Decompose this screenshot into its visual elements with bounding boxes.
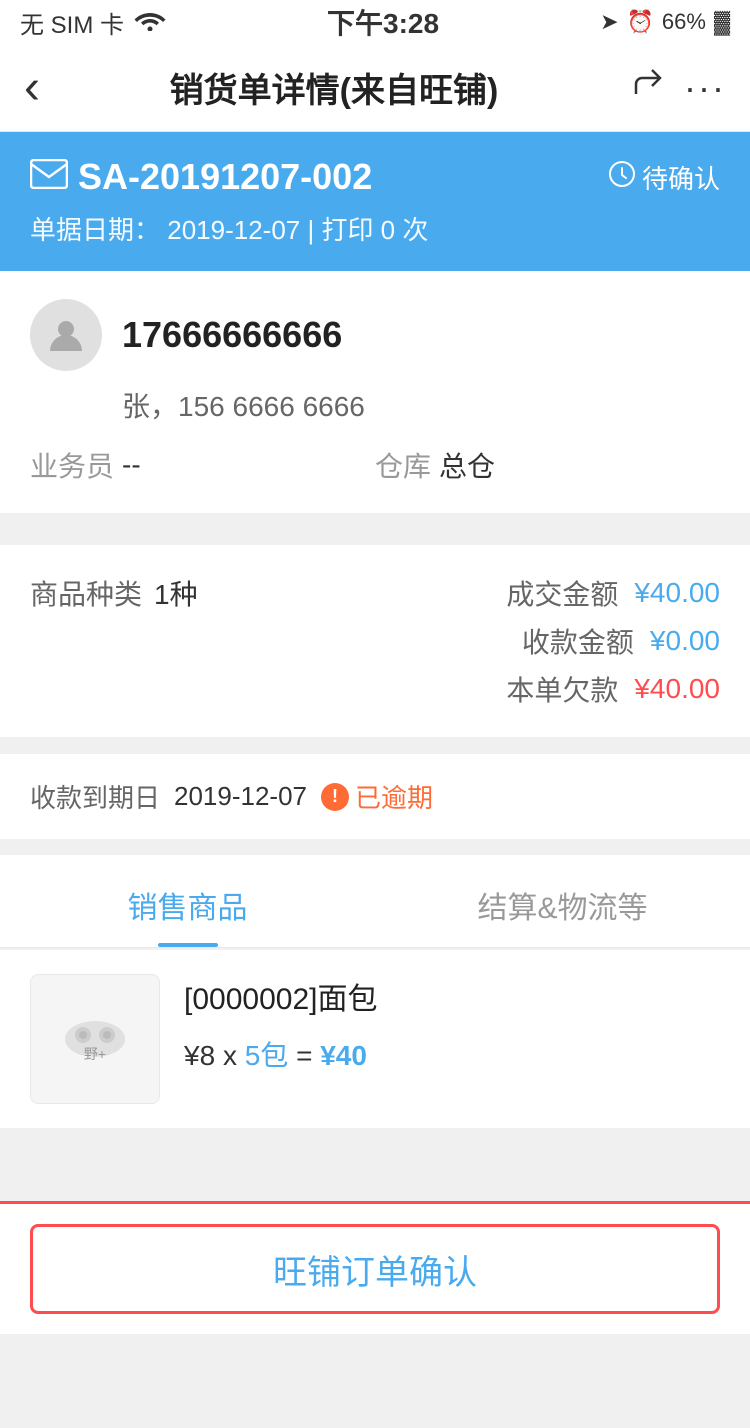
customer-name: 张，156 6666 6666 [30, 385, 720, 425]
share-icon[interactable] [628, 66, 664, 110]
order-date: 单据日期： 2019-12-07 | 打印 0 次 [30, 210, 720, 247]
product-type-value: 1种 [154, 573, 198, 613]
product-price: ¥8 [184, 1040, 215, 1071]
product-pricing: ¥8 x 5包 = ¥40 [184, 1034, 720, 1074]
alarm-icon: ⏰ [627, 9, 654, 35]
clock-icon [608, 160, 636, 195]
nav-bar: ‹ 销货单详情(来自旺铺) ··· [0, 44, 750, 132]
status-text: 待确认 [642, 159, 720, 196]
order-id: SA-20191207-002 [30, 156, 372, 198]
product-image: 野+ [30, 974, 160, 1104]
product-total: ¥40 [320, 1040, 367, 1071]
more-icon[interactable]: ··· [684, 67, 726, 109]
multiply-sign: x [223, 1040, 245, 1071]
product-type-info: 商品种类 1种 [30, 573, 506, 613]
order-id-text: SA-20191207-002 [78, 156, 372, 198]
battery-icon: ▓ [714, 9, 730, 35]
amount-info: 成交金额 ¥40.00 收款金额 ¥0.00 本单欠款 ¥40.00 [506, 573, 720, 709]
product-type-label: 商品种类 [30, 573, 142, 613]
customer-top: 17666666666 [30, 299, 720, 371]
receipt-label: 收款金额 [522, 621, 634, 661]
order-date-value: 2019-12-07 [167, 215, 300, 245]
tab-settlement-label: 结算&物流等 [477, 892, 647, 925]
receipt-value: ¥0.00 [650, 625, 720, 657]
overdue-text: 已逾期 [355, 778, 433, 815]
due-label: 收款到期日 [30, 778, 160, 815]
print-info: | 打印 0 次 [307, 215, 428, 245]
tab-sales-label: 销售商品 [128, 892, 248, 925]
product-info: [0000002]面包 ¥8 x 5包 = ¥40 [184, 974, 720, 1074]
transaction-value: ¥40.00 [634, 577, 720, 609]
sales-meta: 业务员 -- [30, 445, 375, 485]
nav-actions: ··· [628, 66, 726, 110]
back-button[interactable]: ‹ [24, 60, 40, 115]
product-name: [0000002]面包 [184, 974, 720, 1018]
customer-phone: 17666666666 [122, 314, 342, 356]
confirm-button-label: 旺铺订单确认 [273, 1245, 477, 1294]
product-item: 野+ [0000002]面包 ¥8 x 5包 = ¥40 [30, 974, 720, 1104]
status-time: 下午3:28 [327, 2, 439, 42]
confirm-order-button[interactable]: 旺铺订单确认 [30, 1224, 720, 1314]
divider-1 [0, 529, 750, 545]
sales-value: -- [122, 449, 141, 481]
battery-label: 66% [662, 9, 706, 35]
wifi-icon [134, 7, 166, 38]
warehouse-label: 仓库 [375, 445, 431, 485]
debt-value: ¥40.00 [634, 673, 720, 705]
summary-section: 商品种类 1种 成交金额 ¥40.00 收款金额 ¥0.00 本单欠款 ¥40.… [0, 545, 750, 737]
order-header-card: SA-20191207-002 待确认 单据日期： 2019-12-07 | 打… [0, 132, 750, 271]
order-status: 待确认 [608, 159, 720, 196]
overdue-badge: ! 已逾期 [321, 778, 433, 815]
bottom-bar: 旺铺订单确认 [0, 1201, 750, 1334]
receipt-row: 收款金额 ¥0.00 [522, 621, 720, 661]
location-icon: ➤ [600, 9, 618, 35]
transaction-label: 成交金额 [506, 573, 618, 613]
status-left: 无 SIM 卡 [20, 5, 166, 40]
overdue-icon: ! [321, 783, 349, 811]
status-right: ➤ ⏰ 66% ▓ [600, 9, 730, 35]
due-date-value: 2019-12-07 [174, 781, 307, 812]
tabs-row: 销售商品 结算&物流等 [0, 855, 750, 948]
product-quantity: 5包 [245, 1040, 289, 1071]
sim-label: 无 SIM 卡 [20, 5, 124, 40]
products-section: 野+ [0000002]面包 ¥8 x 5包 = ¥40 [0, 950, 750, 1128]
sales-label: 业务员 [30, 445, 114, 485]
avatar [30, 299, 102, 371]
tab-sales-products[interactable]: 销售商品 [0, 855, 375, 947]
equal-sign: = [296, 1040, 320, 1071]
transaction-row: 成交金额 ¥40.00 [506, 573, 720, 613]
tab-settlement[interactable]: 结算&物流等 [375, 855, 750, 947]
page-title: 销货单详情(来自旺铺) [170, 63, 499, 112]
debt-row: 本单欠款 ¥40.00 [506, 669, 720, 709]
debt-label: 本单欠款 [506, 669, 618, 709]
customer-meta: 业务员 -- 仓库 总仓 [30, 445, 720, 485]
warehouse-meta: 仓库 总仓 [375, 445, 720, 485]
divider-2 [0, 839, 750, 855]
warehouse-value: 总仓 [439, 445, 495, 485]
summary-row: 商品种类 1种 成交金额 ¥40.00 收款金额 ¥0.00 本单欠款 ¥40.… [30, 573, 720, 709]
customer-section: 17666666666 张，156 6666 6666 业务员 -- 仓库 总仓 [0, 271, 750, 513]
svg-text:野+: 野+ [84, 1046, 106, 1062]
envelope-icon [30, 156, 68, 198]
tabs-container: 销售商品 结算&物流等 [0, 855, 750, 948]
status-bar: 无 SIM 卡 下午3:28 ➤ ⏰ 66% ▓ [0, 0, 750, 44]
due-date-section: 收款到期日 2019-12-07 ! 已逾期 [0, 753, 750, 839]
